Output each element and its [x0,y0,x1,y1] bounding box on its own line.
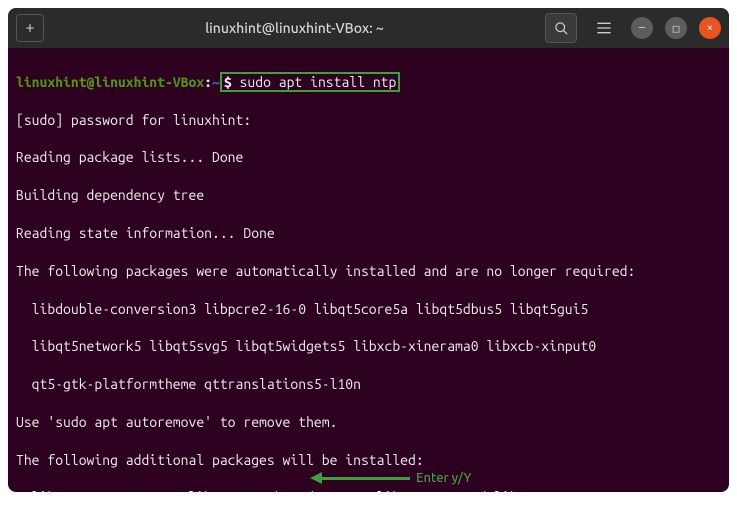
arrow-line [320,477,410,480]
search-icon [554,21,569,36]
output-line: Reading state information... Done [16,224,721,243]
minimize-button[interactable]: — [631,17,653,39]
command-highlight-box: $ sudo apt install ntp [220,72,400,92]
hamburger-icon [596,21,612,35]
output-line: libevent-core-2.1-7 libevent-pthreads-2.… [16,488,721,492]
maximize-button[interactable]: □ [665,17,687,39]
output-line: libdouble-conversion3 libpcre2-16-0 libq… [16,300,721,319]
hamburger-menu-button[interactable] [589,13,619,43]
search-button[interactable] [545,13,577,43]
close-button[interactable]: × [699,17,721,39]
terminal-window: + linuxhint@linuxhint-VBox: ~ — □ × linu… [8,8,729,492]
new-tab-button[interactable]: + [16,14,44,42]
output-line: Reading package lists... Done [16,148,721,167]
prompt-path: ~ [212,74,220,90]
prompt-colon: : [204,74,212,90]
output-line: [sudo] password for linuxhint: [16,111,721,130]
output-line: libqt5network5 libqt5svg5 libqt5widgets5… [16,337,721,356]
output-line: Use 'sudo apt autoremove' to remove them… [16,413,721,432]
annotation-arrow: Enter y/Y [320,471,471,485]
titlebar: + linuxhint@linuxhint-VBox: ~ — □ × [8,8,729,48]
command-text: sudo apt install ntp [232,74,397,90]
window-title: linuxhint@linuxhint-VBox: ~ [52,20,537,36]
output-line: qt5-gtk-platformtheme qttranslations5-l1… [16,375,721,394]
output-line: Building dependency tree [16,186,721,205]
annotation-text: Enter y/Y [416,471,471,485]
terminal-body[interactable]: linuxhint@linuxhint-VBox:~$ sudo apt ins… [8,48,729,492]
prompt-userhost: linuxhint@linuxhint-VBox [16,74,204,90]
output-line: The following packages were automaticall… [16,262,721,281]
prompt-dollar: $ [224,74,232,90]
arrow-head-icon [310,472,322,484]
output-line: The following additional packages will b… [16,451,721,470]
